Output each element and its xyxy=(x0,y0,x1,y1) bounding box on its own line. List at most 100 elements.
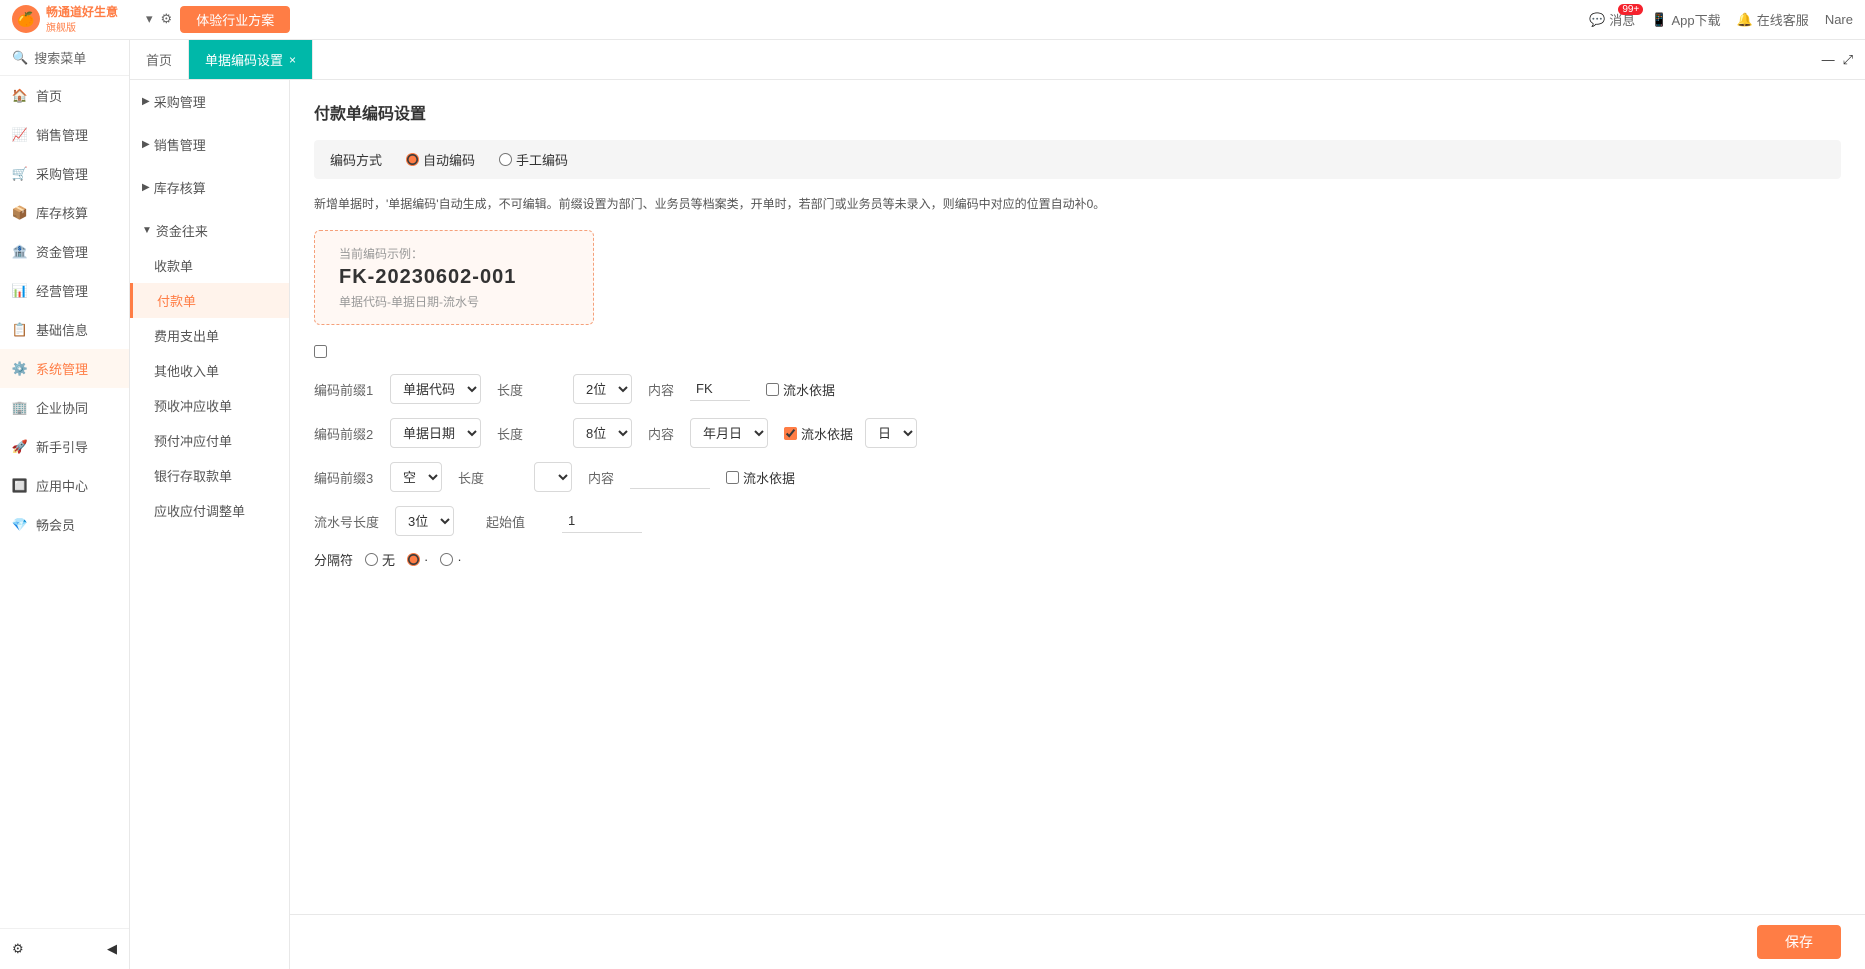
prefix2-select[interactable]: 单据日期 xyxy=(390,418,481,448)
apps-icon: 🔲 xyxy=(12,478,28,494)
auto-fill-row xyxy=(314,345,1841,358)
logo-sub: 旗舰版 xyxy=(46,19,118,34)
sub-sidebar-group-inventory[interactable]: ▶ 库存核算 xyxy=(130,170,289,205)
purchase-icon: 🛒 xyxy=(12,166,28,182)
sub-sidebar-section-capital: ▼ 资金往来 收款单 付款单 费用支出单 其他收入单 xyxy=(130,209,289,532)
stream2-checkbox[interactable] xyxy=(784,427,797,440)
home-icon: 🏠 xyxy=(12,88,28,104)
leaf-other-income-label: 其他收入单 xyxy=(154,364,219,379)
prefix1-label: 编码前缀1 xyxy=(314,380,374,399)
sidebar-label-operation: 经营管理 xyxy=(36,281,88,300)
sidebar-item-enterprise[interactable]: 🏢 企业协同 xyxy=(0,388,129,427)
sub-sidebar-leaf-prepay-payable[interactable]: 预付冲应付单 xyxy=(130,423,289,458)
leaf-prepay-payable-label: 预付冲应付单 xyxy=(154,434,232,449)
sidebar-search[interactable]: 🔍 搜索菜单 xyxy=(0,40,129,76)
sidebar-item-basic[interactable]: 📋 基础信息 xyxy=(0,310,129,349)
sub-sidebar-leaf-prepay-receivable[interactable]: 预收冲应收单 xyxy=(130,388,289,423)
online-service-icon: 🔔 xyxy=(1737,12,1753,28)
online-service-btn[interactable]: 🔔 在线客服 xyxy=(1737,10,1809,29)
sub-sidebar-leaf-bank[interactable]: 银行存取款单 xyxy=(130,458,289,493)
sub-sidebar-leaf-payment[interactable]: 付款单 xyxy=(130,283,289,318)
stream2-label: 流水依据 xyxy=(801,424,853,443)
sub-sidebar-leaf-other-income[interactable]: 其他收入单 xyxy=(130,353,289,388)
manual-encode-radio-label[interactable]: 手工编码 xyxy=(499,150,568,169)
sidebar-label-basic: 基础信息 xyxy=(36,320,88,339)
content2-select[interactable]: 年月日 xyxy=(690,418,768,448)
tab-close-icon[interactable]: × xyxy=(289,53,296,67)
sidebar-item-member[interactable]: 💎 畅会员 xyxy=(0,505,129,544)
content1-input[interactable] xyxy=(690,377,750,401)
member-icon: 💎 xyxy=(12,517,28,533)
sub-sidebar-group-purchase[interactable]: ▶ 采购管理 xyxy=(130,84,289,119)
start-value-input[interactable] xyxy=(562,509,642,533)
tab-expand-icon[interactable]: ⤢ xyxy=(1843,52,1853,68)
sidebar-item-operation[interactable]: 📊 经营管理 xyxy=(0,271,129,310)
auto-encode-radio[interactable] xyxy=(406,153,419,166)
length2-select[interactable]: 8位 xyxy=(573,418,632,448)
nav-dropdown[interactable]: ▾ xyxy=(146,11,153,27)
prefix1-select[interactable]: 单据代码 xyxy=(390,374,481,404)
prefix3-select[interactable]: 空 xyxy=(390,462,442,492)
sub-sidebar-group-capital[interactable]: ▼ 资金往来 xyxy=(130,213,289,248)
sub-sidebar: ▶ 采购管理 ▶ 销售管理 ▶ 库存核算 xyxy=(130,80,290,969)
user-info[interactable]: Nare xyxy=(1825,12,1853,27)
stream1-checkbox[interactable] xyxy=(766,383,779,396)
prefix3-row: 编码前缀3 空 长度 内容 流水依据 xyxy=(314,462,1841,492)
app-download-btn[interactable]: 📱 App下载 xyxy=(1651,10,1720,29)
stream3-checkbox[interactable] xyxy=(726,471,739,484)
sep-dot-radio[interactable] xyxy=(440,553,453,566)
experience-btn[interactable]: 体验行业方案 xyxy=(180,6,290,33)
length3-select[interactable] xyxy=(534,462,572,492)
sub-sidebar-leaf-expense[interactable]: 费用支出单 xyxy=(130,318,289,353)
manual-encode-label: 手工编码 xyxy=(516,150,568,169)
sidebar-label-purchase: 采购管理 xyxy=(36,164,88,183)
leaf-expense-label: 费用支出单 xyxy=(154,329,219,344)
auto-fill-checkbox[interactable] xyxy=(314,345,327,358)
sep-dot-label[interactable]: · xyxy=(440,552,461,567)
length3-label: 长度 xyxy=(458,468,518,487)
content3-input[interactable] xyxy=(630,465,710,489)
length1-select[interactable]: 2位 xyxy=(573,374,632,404)
tab-minimize-icon[interactable]: — xyxy=(1822,52,1835,67)
system-icon: ⚙️ xyxy=(12,361,28,377)
sidebar-label-apps: 应用中心 xyxy=(36,476,88,495)
sidebar-item-sales[interactable]: 📈 销售管理 xyxy=(0,115,129,154)
sep-none-label[interactable]: 无 xyxy=(365,550,395,569)
sidebar-item-system[interactable]: ⚙️ 系统管理 xyxy=(0,349,129,388)
content3-label: 内容 xyxy=(588,468,614,487)
tab-home-label: 首页 xyxy=(146,50,172,69)
sidebar-item-capital[interactable]: 🏦 资金管理 xyxy=(0,232,129,271)
manual-encode-radio[interactable] xyxy=(499,153,512,166)
settings-bottom-icon[interactable]: ⚙ xyxy=(12,941,24,957)
sidebar-item-purchase[interactable]: 🛒 采购管理 xyxy=(0,154,129,193)
sep-dash-label[interactable]: · xyxy=(407,552,428,567)
sub-sidebar-leaf-receipt[interactable]: 收款单 xyxy=(130,248,289,283)
auto-encode-radio-label[interactable]: 自动编码 xyxy=(406,150,475,169)
sep-dash-text: · xyxy=(424,552,428,567)
serial-length-select[interactable]: 3位 xyxy=(395,506,454,536)
sidebar-item-home[interactable]: 🏠 首页 xyxy=(0,76,129,115)
save-button[interactable]: 保存 xyxy=(1757,925,1841,959)
collapse-icon[interactable]: ◀ xyxy=(107,941,117,957)
sidebar-item-guide[interactable]: 🚀 新手引导 xyxy=(0,427,129,466)
page-wrapper: 付款单编码设置 编码方式 自动编码 手工编码 xyxy=(290,80,1865,969)
sidebar-item-apps[interactable]: 🔲 应用中心 xyxy=(0,466,129,505)
stream1-label: 流水依据 xyxy=(783,380,835,399)
sales-icon: 📈 xyxy=(12,127,28,143)
sep-none-text: 无 xyxy=(382,550,395,569)
sub-sidebar-group-sales[interactable]: ▶ 销售管理 xyxy=(130,127,289,162)
sidebar-label-system: 系统管理 xyxy=(36,359,88,378)
sub-sidebar-leaf-adjustment[interactable]: 应收应付调整单 xyxy=(130,493,289,528)
stream2-unit-select[interactable]: 日 xyxy=(865,418,917,448)
stream3-check: 流水依据 xyxy=(726,468,795,487)
message-btn[interactable]: 💬 消息 99+ xyxy=(1589,10,1635,29)
settings-icon-btn[interactable]: ⚙ xyxy=(161,11,173,27)
sidebar-item-inventory[interactable]: 📦 库存核算 xyxy=(0,193,129,232)
tab-home[interactable]: 首页 xyxy=(130,40,189,79)
sep-dash-radio[interactable] xyxy=(407,553,420,566)
leaf-receipt-label: 收款单 xyxy=(154,259,193,274)
sep-none-radio[interactable] xyxy=(365,553,378,566)
tab-encode-settings[interactable]: 单据编码设置 × xyxy=(189,40,313,79)
tab-encode-label: 单据编码设置 xyxy=(205,50,283,69)
stream2-check: 流水依据 日 xyxy=(784,418,917,448)
